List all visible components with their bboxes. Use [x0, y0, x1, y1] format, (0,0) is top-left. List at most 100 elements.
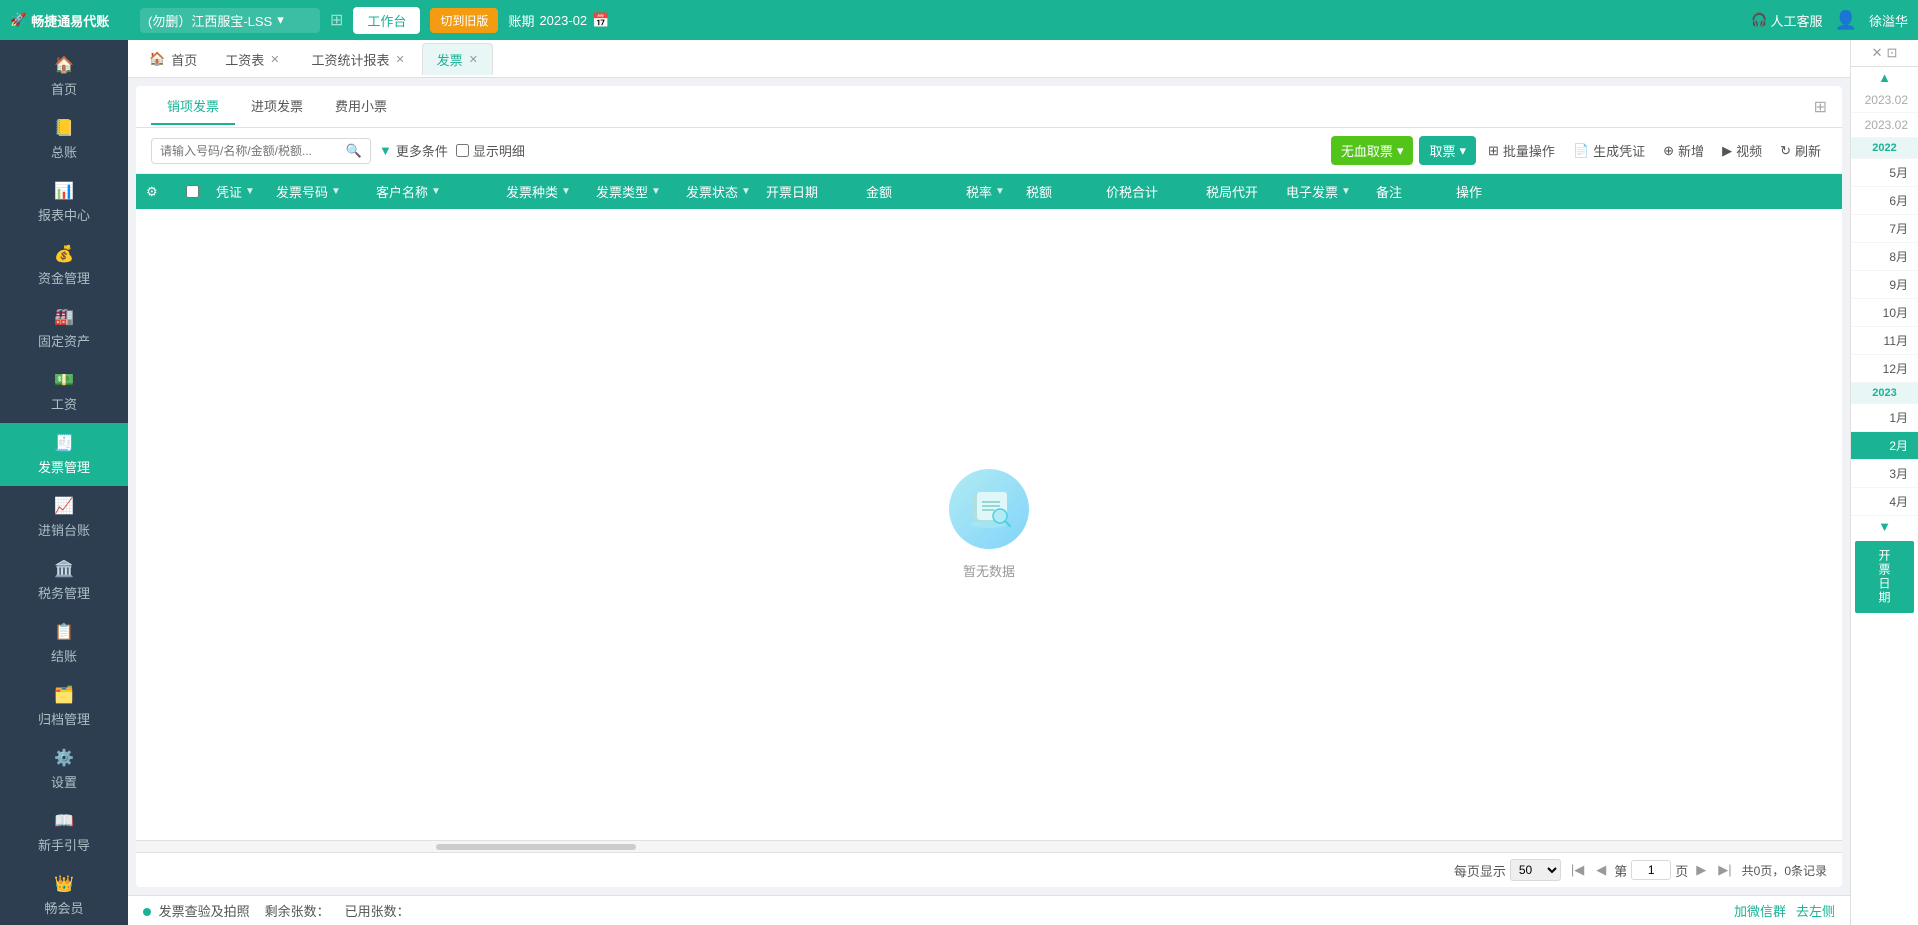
no-voucher-btn[interactable]: 无血取票 ▾ [1331, 136, 1414, 165]
month-2022-12[interactable]: 12月 [1851, 355, 1918, 383]
sidebar-item-salary[interactable]: 💵 工资 [0, 360, 128, 423]
content-area: 🏠 首页 工资表 ✕ 工资统计报表 ✕ 发票 ✕ 销项发票 [128, 40, 1850, 925]
scroll-thumb[interactable] [436, 844, 636, 850]
tab-salary-stats-close[interactable]: ✕ [395, 53, 404, 66]
sidebar-item-reports[interactable]: 📊 报表中心 [0, 171, 128, 234]
sub-tab-purchase-invoice[interactable]: 进项发票 [235, 88, 319, 125]
customer-service-btn[interactable]: 🎧 人工客服 [1751, 11, 1822, 30]
sub-tab-sales-invoice[interactable]: 销项发票 [151, 88, 235, 125]
per-page-dropdown[interactable]: 50 20 100 [1510, 859, 1561, 881]
prev-page-btn[interactable]: ◀ [1592, 860, 1610, 880]
show-detail-checkbox[interactable]: 显示明细 [456, 141, 525, 160]
scroll-down-btn[interactable]: ▼ [1851, 516, 1918, 537]
refresh-btn[interactable]: ↻ 刷新 [1774, 138, 1827, 163]
th-checkbox[interactable] [186, 185, 216, 198]
footer-right: 加微信群 去左侧 [1734, 901, 1835, 920]
th-tax-bureau: 税局代开 [1206, 182, 1286, 201]
sidebar-item-guide[interactable]: 📖 新手引导 [0, 801, 128, 864]
sidebar-item-settle[interactable]: 📋 结账 [0, 612, 128, 675]
tab-invoice-close[interactable]: ✕ [469, 53, 478, 66]
go-top-link[interactable]: 去左侧 [1796, 901, 1835, 920]
batch-ops-btn[interactable]: ⊞ 批量操作 [1482, 138, 1561, 163]
sub-tab-expense-receipt[interactable]: 费用小票 [319, 88, 403, 125]
month-2022-09[interactable]: 9月 [1851, 271, 1918, 299]
guide-icon: 📖 [54, 811, 74, 831]
th-voucher-filter[interactable]: ▼ [245, 186, 255, 197]
filter-btn[interactable]: ▼ 更多条件 [379, 141, 448, 160]
sidebar-item-ledger[interactable]: 📒 总账 [0, 108, 128, 171]
sidebar-item-tax[interactable]: 🏛️ 税务管理 [0, 549, 128, 612]
sidebar-item-member[interactable]: 👑 畅会员 [0, 864, 128, 925]
period-label: 账期 [508, 11, 534, 30]
empty-icon [949, 469, 1029, 549]
month-2023-01[interactable]: 1月 [1851, 404, 1918, 432]
home-icon: 🏠 [54, 55, 74, 75]
workspace-button[interactable]: 工作台 [353, 7, 420, 34]
tab-home[interactable]: 🏠 首页 [138, 43, 208, 75]
th-invoice-no-filter[interactable]: ▼ [331, 186, 341, 197]
month-2022-07[interactable]: 7月 [1851, 215, 1918, 243]
video-btn[interactable]: ▶ 视频 [1716, 138, 1768, 163]
month-2023-04[interactable]: 4月 [1851, 488, 1918, 516]
tab-salary-stats[interactable]: 工资统计报表 ✕ [296, 43, 419, 75]
month-2022-10[interactable]: 10月 [1851, 299, 1918, 327]
right-panel: ✕ ⊡ ▲ 2023.02 2023.02 2022 5月 6月 7月 8月 9… [1850, 40, 1918, 925]
sidebar-item-archive[interactable]: 🗂️ 归档管理 [0, 675, 128, 738]
month-2023-03[interactable]: 3月 [1851, 460, 1918, 488]
last-page-btn[interactable]: ▶| [1714, 860, 1735, 880]
sidebar-item-funds[interactable]: 💰 资金管理 [0, 234, 128, 297]
th-invoice-type-filter[interactable]: ▼ [561, 186, 571, 197]
sidebar-item-sales[interactable]: 📈 进销台账 [0, 486, 128, 549]
salary-icon: 💵 [54, 370, 74, 390]
month-2022-11[interactable]: 11月 [1851, 327, 1918, 355]
join-community-link[interactable]: 加微信群 [1734, 901, 1786, 920]
select-all-checkbox[interactable] [186, 185, 199, 198]
sidebar-item-home[interactable]: 🏠 首页 [0, 45, 128, 108]
archive-icon: 🗂️ [54, 685, 74, 705]
th-e-invoice-filter[interactable]: ▼ [1341, 186, 1351, 197]
open-date-btn[interactable]: 开票日期 [1855, 541, 1914, 613]
month-2022-05[interactable]: 5月 [1851, 159, 1918, 187]
th-tax-rate-filter[interactable]: ▼ [995, 186, 1005, 197]
first-page-btn[interactable]: |◀ [1567, 860, 1588, 880]
sidebar-label-assets: 固定资产 [38, 331, 90, 350]
show-detail-check[interactable] [456, 144, 469, 157]
company-selector[interactable]: (勿删）江西服宝-LSS ▾ [140, 8, 320, 33]
month-2023-02[interactable]: 2月 [1851, 432, 1918, 460]
th-settings[interactable]: ⚙ [146, 184, 186, 200]
tab-invoice-mgmt[interactable]: 发票 ✕ [422, 43, 493, 75]
th-customer-filter[interactable]: ▼ [431, 186, 441, 197]
search-input[interactable] [160, 144, 342, 158]
sales-icon: 📈 [54, 496, 74, 516]
toolbar: 🔍 ▼ 更多条件 显示明细 无血取票 ▾ [136, 128, 1842, 174]
username-text[interactable]: 徐溢华 [1869, 11, 1908, 30]
grid-view-icon[interactable]: ⊞ [1814, 97, 1827, 117]
take-ticket-btn[interactable]: 取票 ▾ [1419, 136, 1476, 165]
generate-voucher-btn[interactable]: 📄 生成凭证 [1567, 138, 1651, 163]
switch-version-button[interactable]: 切到旧版 [430, 8, 498, 33]
month-2022-06[interactable]: 6月 [1851, 187, 1918, 215]
sidebar-item-assets[interactable]: 🏭 固定资产 [0, 297, 128, 360]
th-invoice-category-filter[interactable]: ▼ [651, 186, 661, 197]
sidebar-item-invoice[interactable]: 🧾 发票管理 [0, 423, 128, 486]
voucher-icon: 📄 [1573, 143, 1589, 159]
next-page-btn[interactable]: ▶ [1692, 860, 1710, 880]
horizontal-scrollbar[interactable] [136, 840, 1842, 852]
page-number-input[interactable] [1631, 860, 1671, 880]
scroll-up-btn[interactable]: ▲ [1851, 67, 1918, 88]
sidebar-item-settings[interactable]: ⚙️ 设置 [0, 738, 128, 801]
date-period-list: 2023.02 2023.02 2022 5月 6月 7月 8月 9月 10月 … [1851, 88, 1918, 516]
close-icon: ✕ [1872, 45, 1883, 61]
new-btn[interactable]: ⊕ 新增 [1657, 138, 1710, 163]
period-item-2023-02-a[interactable]: 2023.02 [1851, 88, 1918, 113]
sidebar: 🏠 首页 📒 总账 📊 报表中心 💰 资金管理 🏭 固定资产 💵 工资 🧾 发票… [0, 40, 128, 925]
copy-icon: ⊞ [330, 10, 343, 30]
th-invoice-status-filter[interactable]: ▼ [741, 186, 751, 197]
period-area: 账期 2023-02 📅 [508, 11, 609, 30]
verify-label: 发票查验及拍照 [143, 901, 250, 920]
tab-salary-table[interactable]: 工资表 ✕ [210, 43, 294, 75]
tab-salary-table-close[interactable]: ✕ [270, 53, 279, 66]
period-item-2023-02-b[interactable]: 2023.02 [1851, 113, 1918, 138]
right-panel-close-btn[interactable]: ✕ ⊡ [1851, 40, 1918, 67]
month-2022-08[interactable]: 8月 [1851, 243, 1918, 271]
